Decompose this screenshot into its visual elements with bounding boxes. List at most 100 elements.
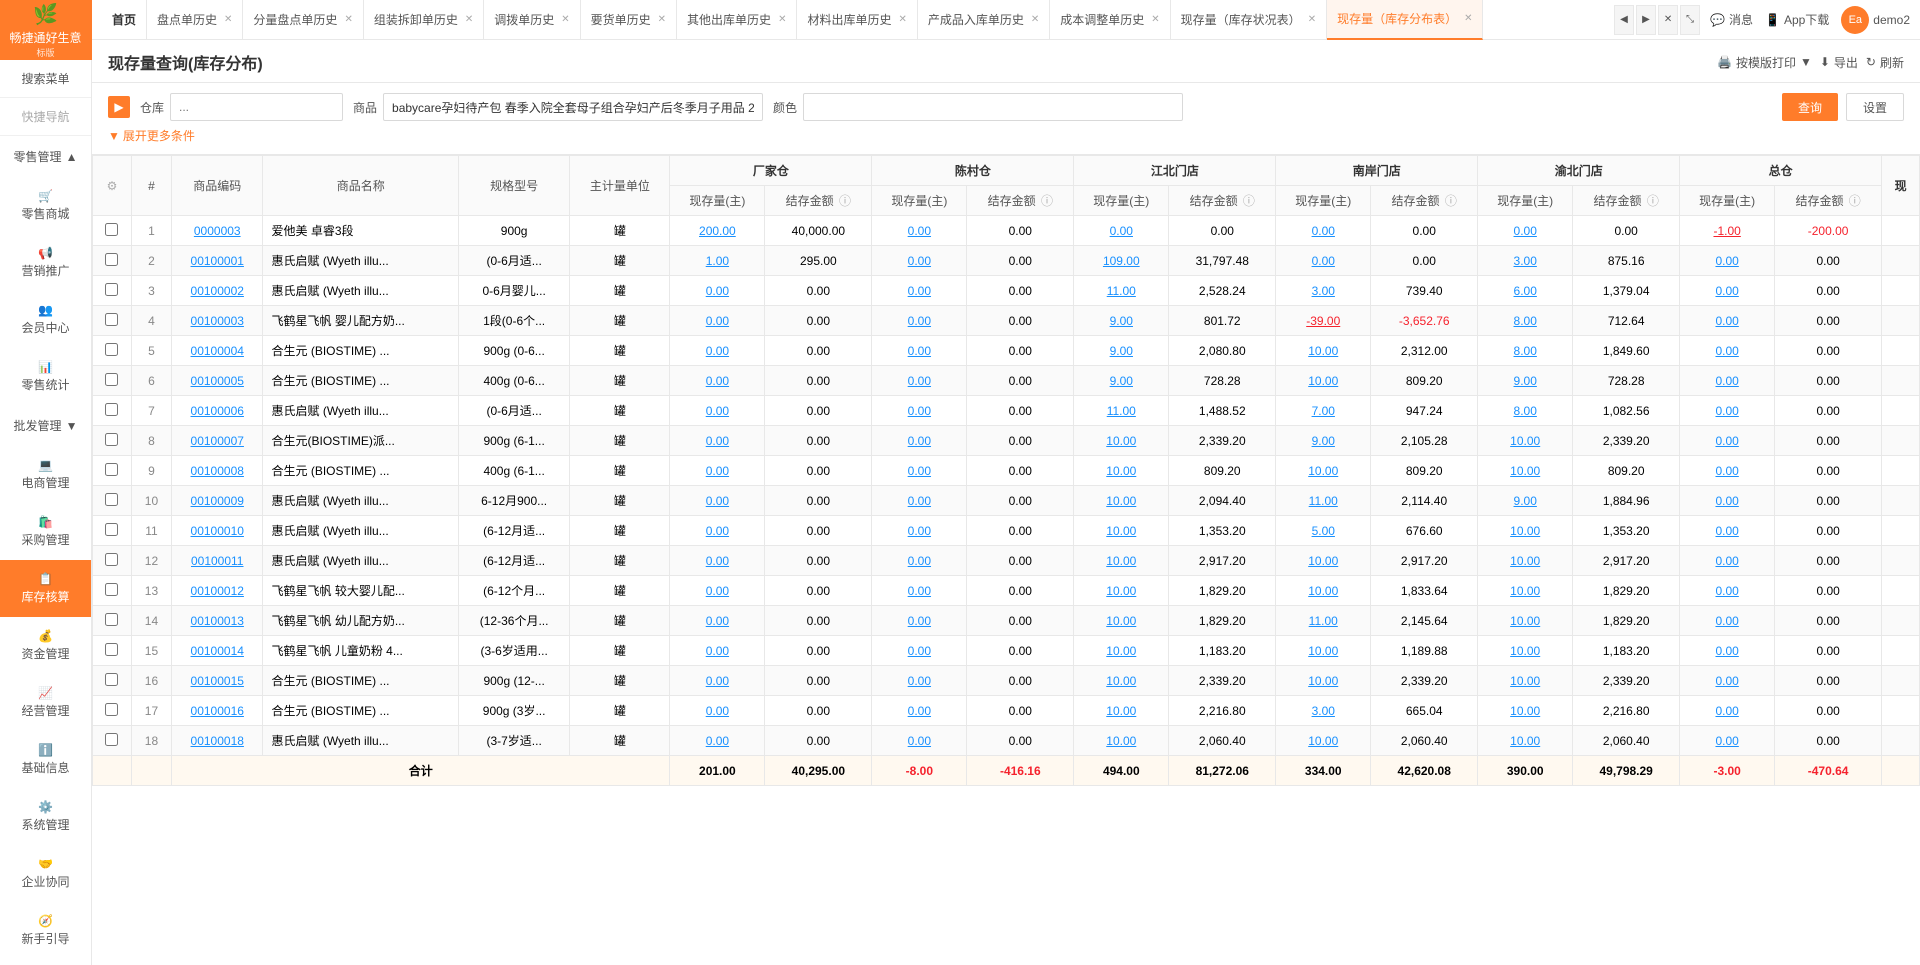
tab-combo[interactable]: 组装拆卸单历史 ✕: [364, 0, 484, 40]
sidebar-item-finance[interactable]: 💰 资金管理: [0, 617, 91, 674]
row-checkbox[interactable]: [105, 463, 118, 476]
sidebar-item-operations[interactable]: 📈 经营管理: [0, 674, 91, 731]
row-check[interactable]: [93, 516, 132, 546]
row-check[interactable]: [93, 216, 132, 246]
setting-btn[interactable]: 设置: [1846, 93, 1904, 121]
row-check[interactable]: [93, 726, 132, 756]
row-code-link[interactable]: 00100005: [191, 374, 244, 388]
row-check[interactable]: [93, 636, 132, 666]
yuubei-amt-info[interactable]: ⓘ: [1647, 194, 1659, 208]
row-checkbox[interactable]: [105, 223, 118, 236]
row-check[interactable]: [93, 666, 132, 696]
tab-stock-dist[interactable]: 现存量（库存分布表） ✕: [1327, 0, 1483, 40]
row-check[interactable]: [93, 396, 132, 426]
row-code-link[interactable]: 00100004: [191, 344, 244, 358]
row-checkbox[interactable]: [105, 553, 118, 566]
row-code-link[interactable]: 00100015: [191, 674, 244, 688]
tab-material-out[interactable]: 材料出库单历史 ✕: [797, 0, 917, 40]
tab-other-out[interactable]: 其他出库单历史 ✕: [677, 0, 797, 40]
row-check[interactable]: [93, 546, 132, 576]
row-check[interactable]: [93, 486, 132, 516]
tab-close-all-btn[interactable]: ✕: [1658, 5, 1678, 35]
tab-next-btn[interactable]: ▶: [1636, 5, 1656, 35]
row-check[interactable]: [93, 606, 132, 636]
row-code-link[interactable]: 00100016: [191, 704, 244, 718]
row-code-link[interactable]: 00100013: [191, 614, 244, 628]
sidebar-item-member[interactable]: 👥 会员中心: [0, 291, 91, 348]
user-menu[interactable]: Ea demo2: [1841, 6, 1910, 34]
sidebar-item-guide[interactable]: 🧭 新手引导: [0, 902, 91, 959]
row-checkbox[interactable]: [105, 403, 118, 416]
sidebar-item-marketing[interactable]: 📢 营销推广: [0, 234, 91, 291]
sidebar-item-basic-info[interactable]: ℹ️ 基础信息: [0, 731, 91, 788]
tab-allocation[interactable]: 调拨单历史 ✕: [484, 0, 580, 40]
row-code-link[interactable]: 00100011: [191, 554, 244, 568]
sidebar-item-system[interactable]: ⚙️ 系统管理: [0, 788, 91, 845]
row-check[interactable]: [93, 276, 132, 306]
tab-prev-btn[interactable]: ◀: [1614, 5, 1634, 35]
row-checkbox[interactable]: [105, 733, 118, 746]
tab-home[interactable]: 首页: [102, 0, 147, 40]
gear-icon[interactable]: ⚙: [107, 179, 118, 193]
tab-product-in-close[interactable]: ✕: [1031, 14, 1039, 25]
row-code-link[interactable]: 0000003: [194, 224, 241, 238]
message-btn[interactable]: 💬 消息: [1710, 11, 1753, 28]
row-code-link[interactable]: 00100010: [191, 524, 244, 538]
jiangbei-amt-info[interactable]: ⓘ: [1243, 194, 1255, 208]
refresh-btn[interactable]: ↻ 刷新: [1866, 54, 1904, 71]
row-checkbox[interactable]: [105, 313, 118, 326]
warehouse-input[interactable]: [170, 93, 343, 121]
row-code-link[interactable]: 00100008: [191, 464, 244, 478]
row-checkbox[interactable]: [105, 583, 118, 596]
expand-conditions-btn[interactable]: ▼ 展开更多条件: [108, 127, 195, 144]
tab-cost-adjust-close[interactable]: ✕: [1151, 14, 1159, 25]
query-btn[interactable]: 查询: [1782, 93, 1838, 121]
tab-material-out-close[interactable]: ✕: [898, 14, 906, 25]
tab-other-out-close[interactable]: ✕: [778, 14, 786, 25]
row-code-link[interactable]: 00100009: [191, 494, 244, 508]
sidebar-item-retail-mgmt[interactable]: 零售管理 ▲: [0, 136, 91, 177]
row-checkbox[interactable]: [105, 643, 118, 656]
tab-stock-status-close[interactable]: ✕: [1308, 14, 1316, 25]
row-checkbox[interactable]: [105, 373, 118, 386]
row-code-link[interactable]: 00100006: [191, 404, 244, 418]
row-code-link[interactable]: 00100012: [191, 584, 244, 598]
row-checkbox[interactable]: [105, 283, 118, 296]
tab-stock-status[interactable]: 现存量（库存状况表） ✕: [1171, 0, 1327, 40]
sidebar-item-collab[interactable]: 🤝 企业协同: [0, 845, 91, 902]
total-amt-info[interactable]: ⓘ: [1849, 194, 1861, 208]
tab-split[interactable]: 分量盘点单历史 ✕: [243, 0, 363, 40]
row-check[interactable]: [93, 696, 132, 726]
sidebar-item-purchase[interactable]: 🛍️ 采购管理: [0, 503, 91, 560]
tab-inventory-single-close[interactable]: ✕: [224, 14, 232, 25]
col-gear-header[interactable]: ⚙: [93, 156, 132, 216]
row-code-link[interactable]: 00100002: [191, 284, 244, 298]
sidebar-item-inventory[interactable]: 📋 库存核算: [0, 560, 91, 617]
tab-expand-btn[interactable]: ⤡: [1680, 5, 1700, 35]
row-check[interactable]: [93, 306, 132, 336]
row-code-link[interactable]: 00100018: [191, 734, 244, 748]
row-checkbox[interactable]: [105, 493, 118, 506]
sidebar-item-wholesale[interactable]: 批发管理 ▼: [0, 405, 91, 446]
app-download-btn[interactable]: 📱 App下载: [1765, 11, 1829, 28]
product-input[interactable]: [383, 93, 763, 121]
nanan-amt-info[interactable]: ⓘ: [1445, 194, 1457, 208]
row-check[interactable]: [93, 576, 132, 606]
row-code-link[interactable]: 00100014: [191, 644, 244, 658]
row-checkbox[interactable]: [105, 433, 118, 446]
row-check[interactable]: [93, 426, 132, 456]
sidebar-item-retail-mall[interactable]: 🛒 零售商城: [0, 177, 91, 234]
row-code-link[interactable]: 00100003: [191, 314, 244, 328]
sidebar-logo[interactable]: 🌿 畅捷通好生意 标版: [0, 0, 92, 60]
tab-allocation-close[interactable]: ✕: [561, 14, 569, 25]
row-checkbox[interactable]: [105, 703, 118, 716]
tab-combo-close[interactable]: ✕: [465, 14, 473, 25]
tab-inventory-single[interactable]: 盘点单历史 ✕: [147, 0, 243, 40]
tab-cost-adjust[interactable]: 成本调整单历史 ✕: [1050, 0, 1170, 40]
sidebar-search[interactable]: 搜索菜单: [0, 60, 91, 98]
row-checkbox[interactable]: [105, 343, 118, 356]
sidebar-quicknav[interactable]: 快捷导航: [0, 98, 91, 136]
sidebar-item-app-center[interactable]: 📱 应用中心: [0, 959, 91, 965]
row-checkbox[interactable]: [105, 523, 118, 536]
factory-amt-info[interactable]: ⓘ: [839, 194, 851, 208]
